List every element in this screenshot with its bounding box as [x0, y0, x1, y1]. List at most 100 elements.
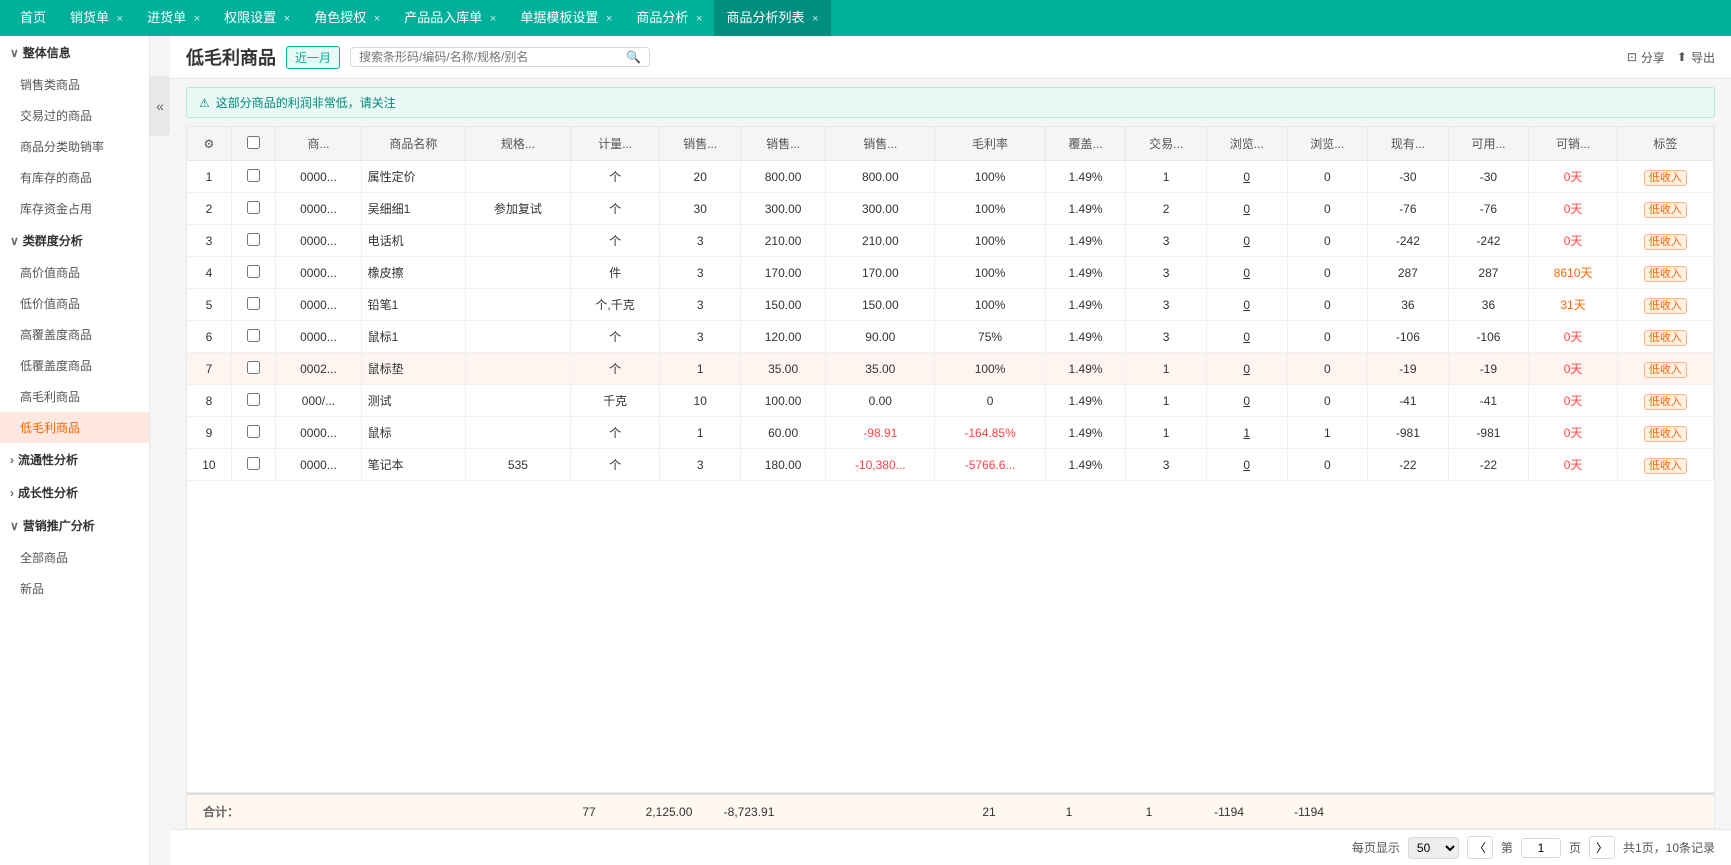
- nav-product-entry[interactable]: 产品品入库单 ×: [392, 0, 508, 36]
- sidebar-group-growth[interactable]: › 成长性分析: [0, 476, 149, 509]
- row-sellable: 0天: [1529, 321, 1618, 353]
- next-page-button[interactable]: 〉: [1589, 836, 1615, 859]
- close-icon[interactable]: ×: [812, 13, 818, 25]
- row-name[interactable]: 鼠标: [361, 417, 466, 449]
- sidebar-item-category-assist-rate[interactable]: 商品分类助销率: [0, 131, 149, 162]
- prev-page-button[interactable]: 〈: [1467, 836, 1493, 859]
- row-select-checkbox[interactable]: [247, 201, 260, 214]
- sidebar-group-marketing[interactable]: ∨ 营销推广分析: [0, 509, 149, 542]
- row-name[interactable]: 属性定价: [361, 161, 466, 193]
- row-current-stock: -981: [1368, 417, 1449, 449]
- page-size-select[interactable]: 50 100 200: [1408, 837, 1459, 859]
- row-sales-amount: 150.00: [741, 289, 826, 321]
- row-browse1[interactable]: 0: [1206, 225, 1287, 257]
- row-browse1[interactable]: 0: [1206, 161, 1287, 193]
- row-browse1[interactable]: 0: [1206, 289, 1287, 321]
- row-browse1[interactable]: 0: [1206, 353, 1287, 385]
- sidebar-item-stock-funds[interactable]: 库存资金占用: [0, 193, 149, 224]
- sidebar-item-low-coverage[interactable]: 低覆盖度商品: [0, 350, 149, 381]
- row-browse1[interactable]: 0: [1206, 193, 1287, 225]
- row-select-checkbox[interactable]: [247, 457, 260, 470]
- nav-purchase-order[interactable]: 进货单 ×: [135, 0, 212, 36]
- row-checkbox[interactable]: [231, 257, 276, 289]
- close-icon[interactable]: ×: [374, 13, 380, 25]
- sidebar-item-high-value[interactable]: 高价值商品: [0, 257, 149, 288]
- row-checkbox[interactable]: [231, 193, 276, 225]
- row-name[interactable]: 鼠标1: [361, 321, 466, 353]
- close-icon[interactable]: ×: [696, 13, 702, 25]
- sidebar-collapse-button[interactable]: «: [150, 76, 170, 136]
- row-checkbox[interactable]: [231, 161, 276, 193]
- row-name[interactable]: 橡皮擦: [361, 257, 466, 289]
- row-select-checkbox[interactable]: [247, 265, 260, 278]
- row-browse1[interactable]: 0: [1206, 321, 1287, 353]
- export-button[interactable]: ⬆ 导出: [1677, 49, 1715, 66]
- close-icon[interactable]: ×: [194, 13, 200, 25]
- row-checkbox[interactable]: [231, 289, 276, 321]
- sidebar-item-sales-products[interactable]: 销售类商品: [0, 69, 149, 100]
- row-index: 6: [187, 321, 231, 353]
- row-select-checkbox[interactable]: [247, 233, 260, 246]
- row-name[interactable]: 鼠标垫: [361, 353, 466, 385]
- row-checkbox[interactable]: [231, 353, 276, 385]
- row-select-checkbox[interactable]: [247, 393, 260, 406]
- row-name[interactable]: 吴细细1: [361, 193, 466, 225]
- row-select-checkbox[interactable]: [247, 329, 260, 342]
- close-icon[interactable]: ×: [606, 13, 612, 25]
- sidebar-group-circulation[interactable]: › 流通性分析: [0, 443, 149, 476]
- row-name[interactable]: 铅笔1: [361, 289, 466, 321]
- row-checkbox[interactable]: [231, 417, 276, 449]
- search-input[interactable]: [359, 50, 626, 64]
- close-icon[interactable]: ×: [284, 13, 290, 25]
- col-settings[interactable]: ⚙: [187, 127, 231, 161]
- row-checkbox[interactable]: [231, 321, 276, 353]
- select-all-checkbox[interactable]: [247, 136, 260, 149]
- close-icon[interactable]: ×: [117, 13, 123, 25]
- row-checkbox[interactable]: [231, 449, 276, 481]
- row-unit: 个: [570, 161, 660, 193]
- sidebar-item-high-coverage[interactable]: 高覆盖度商品: [0, 319, 149, 350]
- row-tag: 低收入: [1617, 449, 1713, 481]
- nav-template-settings[interactable]: 单据模板设置 ×: [508, 0, 624, 36]
- search-icon[interactable]: 🔍: [626, 50, 641, 64]
- nav-role-auth[interactable]: 角色授权 ×: [302, 0, 392, 36]
- nav-sales-order[interactable]: 销货单 ×: [58, 0, 135, 36]
- nav-product-analysis[interactable]: 商品分析 ×: [624, 0, 714, 36]
- row-name[interactable]: 测试: [361, 385, 466, 417]
- row-browse1[interactable]: 0: [1206, 257, 1287, 289]
- sidebar-item-stocked-products[interactable]: 有库存的商品: [0, 162, 149, 193]
- row-checkbox[interactable]: [231, 225, 276, 257]
- nav-permissions[interactable]: 权限设置 ×: [212, 0, 302, 36]
- row-name[interactable]: 笔记本: [361, 449, 466, 481]
- sidebar-item-new-products[interactable]: 新品: [0, 573, 149, 604]
- nav-product-analysis-list[interactable]: 商品分析列表 ×: [714, 0, 830, 36]
- sidebar-item-all-products[interactable]: 全部商品: [0, 542, 149, 573]
- period-button[interactable]: 近一月: [286, 46, 340, 69]
- row-select-checkbox[interactable]: [247, 425, 260, 438]
- sidebar-item-low-value[interactable]: 低价值商品: [0, 288, 149, 319]
- sidebar-item-traded-products[interactable]: 交易过的商品: [0, 100, 149, 131]
- row-available: -76: [1448, 193, 1529, 225]
- nav-home[interactable]: 首页: [8, 0, 58, 36]
- row-sales-amount: 170.00: [741, 257, 826, 289]
- close-icon[interactable]: ×: [490, 13, 496, 25]
- col-tag-header: 标签: [1617, 127, 1713, 161]
- sidebar-group-overview[interactable]: ∨ 整体信息: [0, 36, 149, 69]
- sidebar-item-high-margin[interactable]: 高毛利商品: [0, 381, 149, 412]
- row-browse1[interactable]: 0: [1206, 449, 1287, 481]
- share-button[interactable]: ⊡ 分享: [1627, 49, 1665, 66]
- row-checkbox[interactable]: [231, 385, 276, 417]
- sidebar-group-cluster[interactable]: ∨ 类群度分析: [0, 224, 149, 257]
- row-select-checkbox[interactable]: [247, 297, 260, 310]
- row-select-checkbox[interactable]: [247, 169, 260, 182]
- row-browse1[interactable]: 0: [1206, 385, 1287, 417]
- row-name[interactable]: 电话机: [361, 225, 466, 257]
- sidebar-item-low-margin[interactable]: 低毛利商品: [0, 412, 149, 443]
- page-number-input[interactable]: [1521, 838, 1561, 858]
- row-available: -19: [1448, 353, 1529, 385]
- row-browse1[interactable]: 1: [1206, 417, 1287, 449]
- row-select-checkbox[interactable]: [247, 361, 260, 374]
- row-browse2: 0: [1287, 225, 1368, 257]
- row-index: 10: [187, 449, 231, 481]
- col-checkbox[interactable]: [231, 127, 276, 161]
